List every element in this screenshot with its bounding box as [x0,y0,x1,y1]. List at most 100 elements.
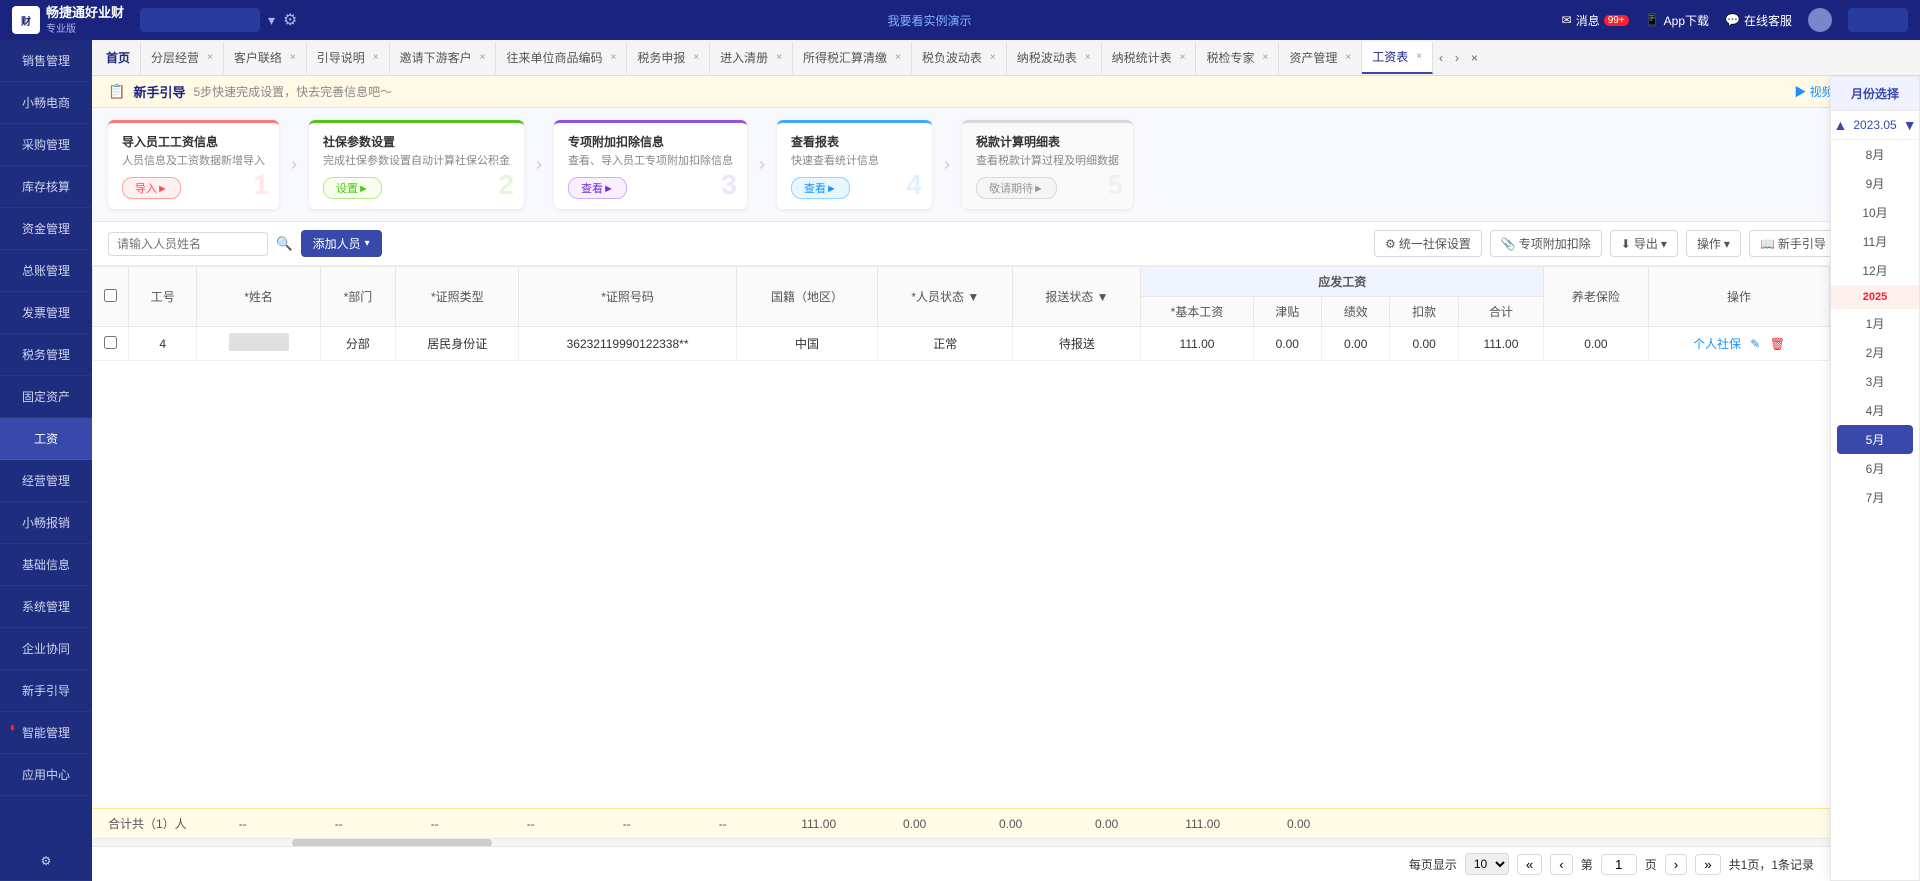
export-btn[interactable]: ⬇ 导出 ▾ [1610,230,1678,257]
action-personal-insurance[interactable]: 个人社保 [1693,337,1741,351]
sidebar-item-guide[interactable]: 新手引导 [0,670,92,712]
sidebar-item-operations[interactable]: 经营管理 [0,460,92,502]
step-3-btn[interactable]: 查看► [568,177,627,199]
tab-close-payroll[interactable]: × [1416,51,1422,62]
month-item-3[interactable]: 3月 [1831,367,1919,396]
row-checkbox[interactable] [104,336,117,349]
sidebar-item-smart[interactable]: ●智能管理 [0,712,92,754]
month-year-up-btn[interactable]: ▲ [1831,115,1849,135]
unified-settings-btn[interactable]: ⚙ 统一社保设置 [1374,230,1482,257]
month-item-2[interactable]: 2月 [1831,338,1919,367]
app-download-btn[interactable]: 📱 App下载 [1645,12,1709,29]
month-item-11[interactable]: 11月 [1831,227,1919,256]
step-5-btn[interactable]: 敬请期待► [976,177,1057,199]
settings-icon[interactable]: ⚙ [283,10,297,30]
tab-close-tax-stats[interactable]: × [1180,52,1186,63]
tab-product-code[interactable]: 往来单位商品编码× [496,42,627,74]
tab-close-invite[interactable]: × [480,52,486,63]
tab-tax-report[interactable]: 税务申报× [627,42,710,74]
tab-close-product-code[interactable]: × [610,52,616,63]
action-delete[interactable]: 🗑 [1770,337,1785,351]
company-selector[interactable] [140,8,260,32]
search-btn[interactable]: 🔍 [276,236,293,252]
tab-close-tax-report[interactable]: × [693,52,699,63]
tab-close-all-btn[interactable]: × [1465,51,1484,65]
tab-tax-expert[interactable]: 税检专家× [1196,42,1279,74]
step-2-btn[interactable]: 设置► [323,177,382,199]
sidebar-item-assets[interactable]: 固定资产 [0,376,92,418]
tab-close-guide-intro[interactable]: × [373,52,379,63]
online-service-btn[interactable]: 💬 在线客服 [1725,12,1792,29]
sidebar-item-finance[interactable]: 资金管理 [0,208,92,250]
demo-link[interactable]: 我要看实例演示 [888,12,972,29]
tab-layered[interactable]: 分层经营× [141,42,224,74]
month-item-4[interactable]: 4月 [1831,396,1919,425]
first-page-btn[interactable]: « [1517,854,1542,875]
user-name-display[interactable] [1848,8,1908,32]
sidebar-item-tax[interactable]: 税务管理 [0,334,92,376]
tab-invite[interactable]: 邀请下游客户× [390,42,497,74]
tab-tax-stats[interactable]: 纳税统计表× [1102,42,1197,74]
sidebar-item-sales[interactable]: 销售管理 [0,40,92,82]
guide-video-btn[interactable]: ▶ 视频 [1794,83,1833,100]
tab-close-tax-burden[interactable]: × [990,52,996,63]
tab-clearance[interactable]: 进入清册× [710,42,793,74]
tab-close-clearance[interactable]: × [776,52,782,63]
horizontal-scrollbar[interactable] [92,838,1830,846]
month-item-1[interactable]: 1月 [1831,309,1919,338]
tab-close-tax-fluctuation[interactable]: × [1085,52,1091,63]
month-item-10[interactable]: 10月 [1831,198,1919,227]
month-item-9[interactable]: 9月 [1831,169,1919,198]
tab-customer[interactable]: 客户联络× [224,42,307,74]
tab-tax-burden[interactable]: 税负波动表× [912,42,1007,74]
tab-home[interactable]: 首页 [96,42,141,74]
action-edit[interactable]: ✎ [1750,337,1760,351]
sidebar-item-ledger[interactable]: 总账管理 [0,250,92,292]
tab-close-income-tax[interactable]: × [895,52,901,63]
sidebar-item-collab[interactable]: 企业协同 [0,628,92,670]
sidebar-item-invoice[interactable]: 发票管理 [0,292,92,334]
month-item-7[interactable]: 7月 [1831,483,1919,512]
sidebar-item-purchase[interactable]: 采购管理 [0,124,92,166]
sidebar-item-apps[interactable]: 应用中心 [0,754,92,796]
tab-income-tax[interactable]: 所得税汇算清缴× [793,42,912,74]
tab-next-btn[interactable]: › [1449,51,1465,65]
tab-close-tax-expert[interactable]: × [1262,52,1268,63]
tab-asset-mgmt[interactable]: 资产管理× [1279,42,1362,74]
sidebar-item-ecommerce[interactable]: 小畅电商 [0,82,92,124]
month-item-6[interactable]: 6月 [1831,454,1919,483]
month-item-5[interactable]: 5月 [1837,425,1913,454]
tab-guide-intro[interactable]: 引导说明× [307,42,390,74]
tab-payroll[interactable]: 工资表× [1362,42,1433,74]
status-filter-icon[interactable]: ▼ [967,290,979,304]
month-item-8[interactable]: 8月 [1831,140,1919,169]
company-dropdown-btn[interactable]: ▾ [268,12,275,29]
tab-close-layered[interactable]: × [207,52,213,63]
message-btn[interactable]: ✉ 消息 99+ [1562,12,1629,29]
sidebar-item-base[interactable]: 基础信息 [0,544,92,586]
prev-page-btn[interactable]: ‹ [1550,854,1572,875]
select-all-checkbox[interactable] [104,289,117,302]
tab-tax-fluctuation[interactable]: 纳税波动表× [1007,42,1102,74]
page-size-select[interactable]: 10 20 50 [1465,853,1509,875]
sidebar-item-system[interactable]: 系统管理 [0,586,92,628]
operations-btn[interactable]: 操作 ▾ [1686,230,1741,257]
tab-prev-btn[interactable]: ‹ [1433,51,1449,65]
tab-close-asset-mgmt[interactable]: × [1345,52,1351,63]
search-input[interactable] [108,232,268,256]
sidebar-item-payroll[interactable]: 工资 [0,418,92,460]
sidebar-item-expense[interactable]: 小畅报销 [0,502,92,544]
sidebar-item-settings[interactable]: ⚙ [0,842,92,881]
special-deduct-btn[interactable]: 📎 专项附加扣除 [1490,230,1602,257]
guide-btn[interactable]: 📖 新手引导 [1749,230,1837,257]
month-item-12[interactable]: 12月 [1831,256,1919,285]
last-page-btn[interactable]: » [1695,854,1720,875]
sidebar-item-inventory[interactable]: 库存核算 [0,166,92,208]
add-employee-btn[interactable]: 添加人员 ▾ [301,230,382,257]
next-page-btn[interactable]: › [1665,854,1687,875]
month-year-down-btn[interactable]: ▼ [1901,115,1919,135]
page-input[interactable] [1601,854,1637,875]
step-4-btn[interactable]: 查看► [791,177,850,199]
tab-close-customer[interactable]: × [290,52,296,63]
step-1-btn[interactable]: 导入► [122,177,181,199]
